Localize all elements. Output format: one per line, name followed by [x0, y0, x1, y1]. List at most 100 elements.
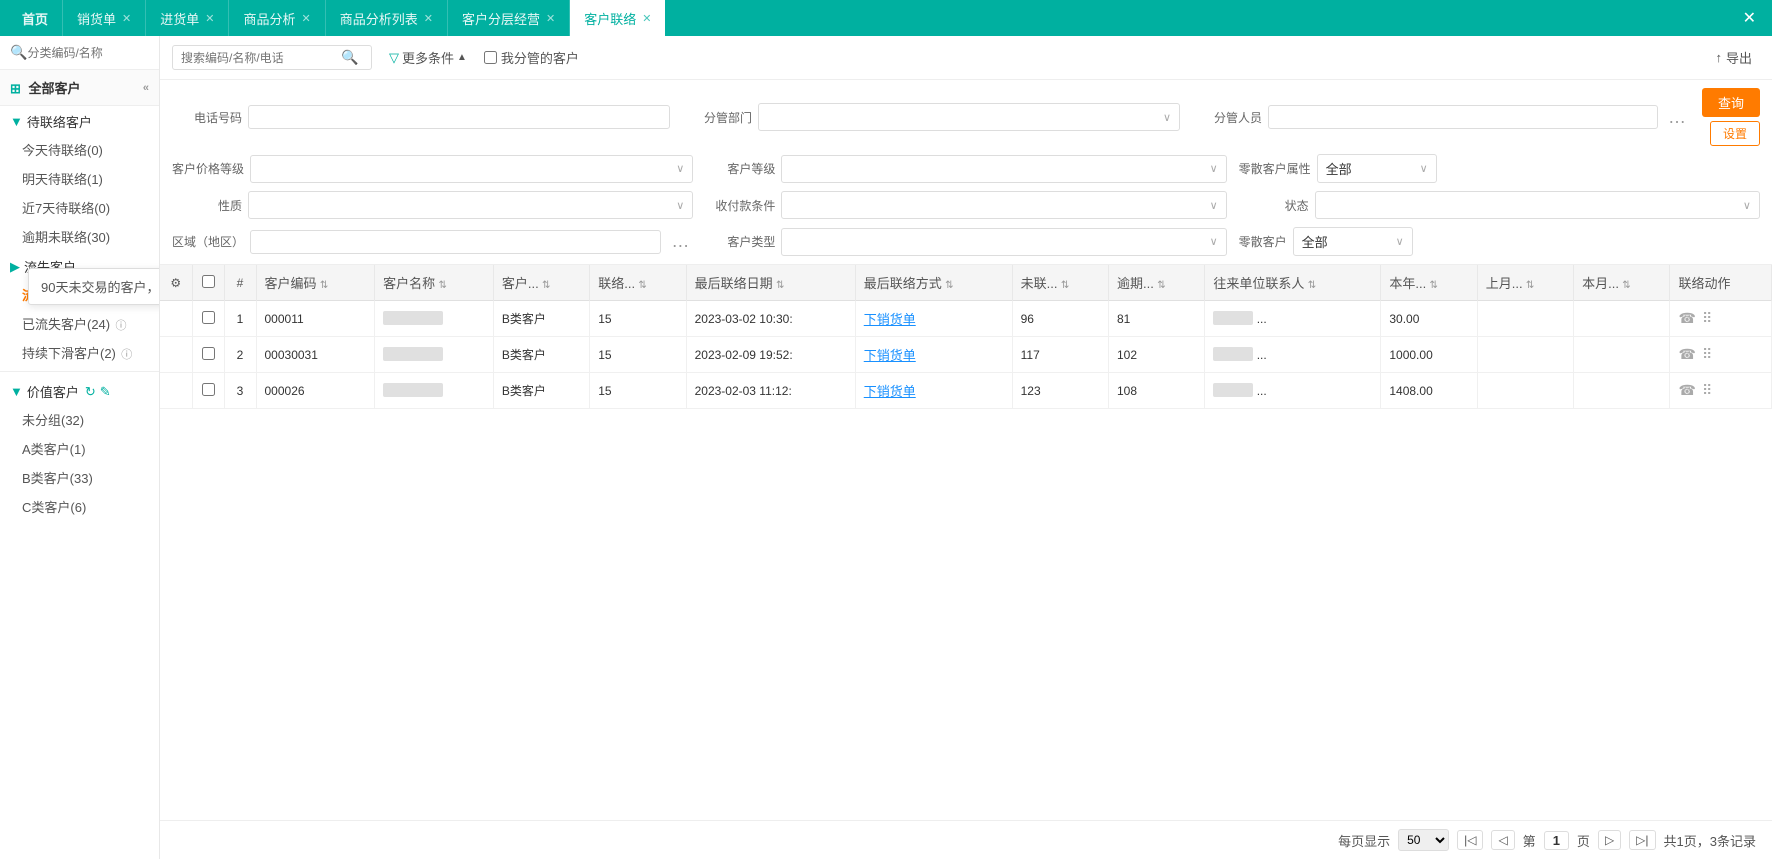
row-checkbox-cell	[192, 337, 224, 373]
filter-phone-input[interactable]	[248, 105, 670, 129]
filter-status-label: 状态	[1239, 197, 1309, 214]
sidebar-group-value[interactable]: ▼ 价值客户 ↻ ✎	[0, 376, 159, 405]
sidebar-collapse-icon[interactable]: «	[143, 82, 149, 94]
row-checkbox[interactable]	[202, 347, 215, 360]
query-button[interactable]: 查询	[1702, 88, 1760, 117]
col-overdue[interactable]: 逾期... ⇅	[1109, 265, 1205, 301]
col-last-date[interactable]: 最后联络日期 ⇅	[686, 265, 855, 301]
col-contacts[interactable]: 联络... ⇅	[590, 265, 686, 301]
search-submit-icon[interactable]: 🔍	[341, 49, 358, 66]
col-code[interactable]: 客户编码 ⇅	[256, 265, 375, 301]
action-more-icon[interactable]: ⠿	[1702, 382, 1712, 399]
close-tab-sales[interactable]: ✕	[122, 12, 131, 25]
row-checkbox[interactable]	[202, 383, 215, 396]
row-overdue: 108	[1109, 373, 1205, 409]
filter-customer-type-select[interactable]: ∨	[781, 228, 1226, 256]
filter-zero-customer-select[interactable]: 全部 ∨	[1293, 227, 1413, 256]
row-unit-contact: ...	[1205, 337, 1381, 373]
tab-home[interactable]: 首页	[8, 0, 63, 36]
more-conditions-btn[interactable]: ▽ 更多条件 ▲	[380, 44, 476, 71]
col-name[interactable]: 客户名称 ⇅	[375, 265, 494, 301]
filter-status-select[interactable]: ∨	[1315, 191, 1760, 219]
filter-price-level-select[interactable]: ∨	[250, 155, 693, 183]
per-page-label: 每页显示	[1338, 831, 1390, 850]
search-box: 🔍	[172, 45, 372, 70]
filter-manager-more-icon[interactable]: …	[1664, 107, 1690, 128]
value-edit-icon[interactable]: ✎	[100, 384, 111, 400]
next-page-btn[interactable]: ▷	[1598, 830, 1621, 850]
row-contacts: 15	[590, 301, 686, 337]
filter-nature-select[interactable]: ∨	[248, 191, 693, 219]
col-last-way[interactable]: 最后联络方式 ⇅	[855, 265, 1012, 301]
row-last-way-link[interactable]: 下销货单	[864, 384, 916, 399]
sidebar-item-b-class[interactable]: B类客户(33)	[0, 463, 159, 492]
row-checkbox[interactable]	[202, 311, 215, 324]
row-last-way-link[interactable]: 下销货单	[864, 348, 916, 363]
col-settings[interactable]: ⚙	[160, 265, 192, 301]
content-area: 🔍 ▽ 更多条件 ▲ 我分管的客户 ↑ 导出 电话号码	[160, 36, 1772, 859]
sidebar-search-input[interactable]	[27, 46, 160, 60]
sidebar-item-tomorrow[interactable]: 明天待联络(1)	[0, 164, 159, 193]
last-page-btn[interactable]: ▷|	[1629, 830, 1655, 850]
sidebar-item-week[interactable]: 近7天待联络(0)	[0, 193, 159, 222]
value-refresh-icon[interactable]: ↻	[85, 384, 96, 400]
col-no-contact[interactable]: 未联... ⇅	[1012, 265, 1108, 301]
filter-region-more-icon[interactable]: …	[667, 231, 693, 252]
sidebar-item-today[interactable]: 今天待联络(0)	[0, 135, 159, 164]
tab-purchase[interactable]: 进货单 ✕	[146, 0, 229, 36]
sort-contacts-icon: ⇅	[638, 280, 646, 291]
action-buttons: 查询 设置	[1702, 88, 1760, 146]
search-input[interactable]	[181, 51, 341, 65]
action-more-icon[interactable]: ⠿	[1702, 310, 1712, 327]
my-customer-checkbox[interactable]	[484, 51, 497, 64]
filter-customer-level-select[interactable]: ∨	[781, 155, 1226, 183]
sidebar-item-overdue[interactable]: 逾期未联络(30)	[0, 222, 159, 251]
row-last-way: 下销货单	[855, 301, 1012, 337]
sidebar-item-a-class[interactable]: A类客户(1)	[0, 434, 159, 463]
filter-payment-select[interactable]: ∨	[781, 191, 1226, 219]
tab-analysis-list[interactable]: 商品分析列表 ✕	[326, 0, 448, 36]
col-this-month[interactable]: 本月... ⇅	[1574, 265, 1670, 301]
close-tab-analysis[interactable]: ✕	[302, 12, 311, 25]
row-last-way-link[interactable]: 下销货单	[864, 312, 916, 327]
per-page-select[interactable]: 50 100 200	[1398, 829, 1449, 851]
col-last-month[interactable]: 上月... ⇅	[1477, 265, 1573, 301]
close-tab-analysis-list[interactable]: ✕	[424, 12, 433, 25]
col-this-year[interactable]: 本年... ⇅	[1381, 265, 1477, 301]
pagination-bar: 每页显示 50 100 200 |◁ ◁ 第 1 页 ▷ ▷| 共1页，3条记录	[160, 820, 1772, 859]
select-all-checkbox[interactable]	[202, 275, 215, 288]
close-tab-purchase[interactable]: ✕	[205, 12, 214, 25]
row-name	[375, 337, 494, 373]
tab-analysis[interactable]: 商品分析 ✕	[229, 0, 325, 36]
filter-zero-attr-select[interactable]: 全部 ∨	[1317, 154, 1437, 183]
action-phone-icon[interactable]: ☎	[1678, 382, 1695, 399]
tab-customer-tier[interactable]: 客户分层经营 ✕	[448, 0, 570, 36]
sidebar-item-c-class[interactable]: C类客户(6)	[0, 492, 159, 521]
filter-manager-input[interactable]	[1268, 105, 1658, 129]
action-phone-icon[interactable]: ☎	[1678, 346, 1695, 363]
arrow-right-icon: ▶	[10, 259, 20, 275]
filter-dept-select[interactable]: ∨	[758, 103, 1180, 131]
row-this-month	[1574, 373, 1670, 409]
tab-sales[interactable]: 销货单 ✕	[63, 0, 146, 36]
sidebar-group-pending[interactable]: ▼ 待联络客户	[0, 106, 159, 135]
action-phone-icon[interactable]: ☎	[1678, 310, 1695, 327]
settings-button[interactable]: 设置	[1710, 121, 1760, 146]
col-unit-contact[interactable]: 往来单位联系人 ⇅	[1205, 265, 1381, 301]
first-page-btn[interactable]: |◁	[1457, 830, 1483, 850]
sidebar-all-customers[interactable]: ⊞ 全部客户 «	[0, 70, 159, 106]
sidebar-item-churn-actual[interactable]: 已流失客户(24) ⓘ	[0, 309, 159, 338]
close-tab-customer-tier[interactable]: ✕	[546, 12, 555, 25]
action-more-icon[interactable]: ⠿	[1702, 346, 1712, 363]
window-close-button[interactable]: ✕	[1735, 8, 1764, 28]
chevron-zero-attr-icon: ∨	[1420, 162, 1428, 175]
prev-page-btn[interactable]: ◁	[1491, 830, 1514, 850]
export-btn[interactable]: ↑ 导出	[1707, 45, 1760, 70]
tab-customer-connect[interactable]: 客户联络 ✕	[570, 0, 665, 36]
col-action: 联络动作	[1670, 265, 1772, 301]
filter-region-input[interactable]	[250, 230, 661, 254]
close-tab-customer-connect[interactable]: ✕	[642, 12, 651, 25]
col-type[interactable]: 客户... ⇅	[493, 265, 589, 301]
sidebar-item-unsorted[interactable]: 未分组(32)	[0, 405, 159, 434]
sidebar-item-churn-down[interactable]: 持续下滑客户(2) ⓘ	[0, 338, 159, 367]
